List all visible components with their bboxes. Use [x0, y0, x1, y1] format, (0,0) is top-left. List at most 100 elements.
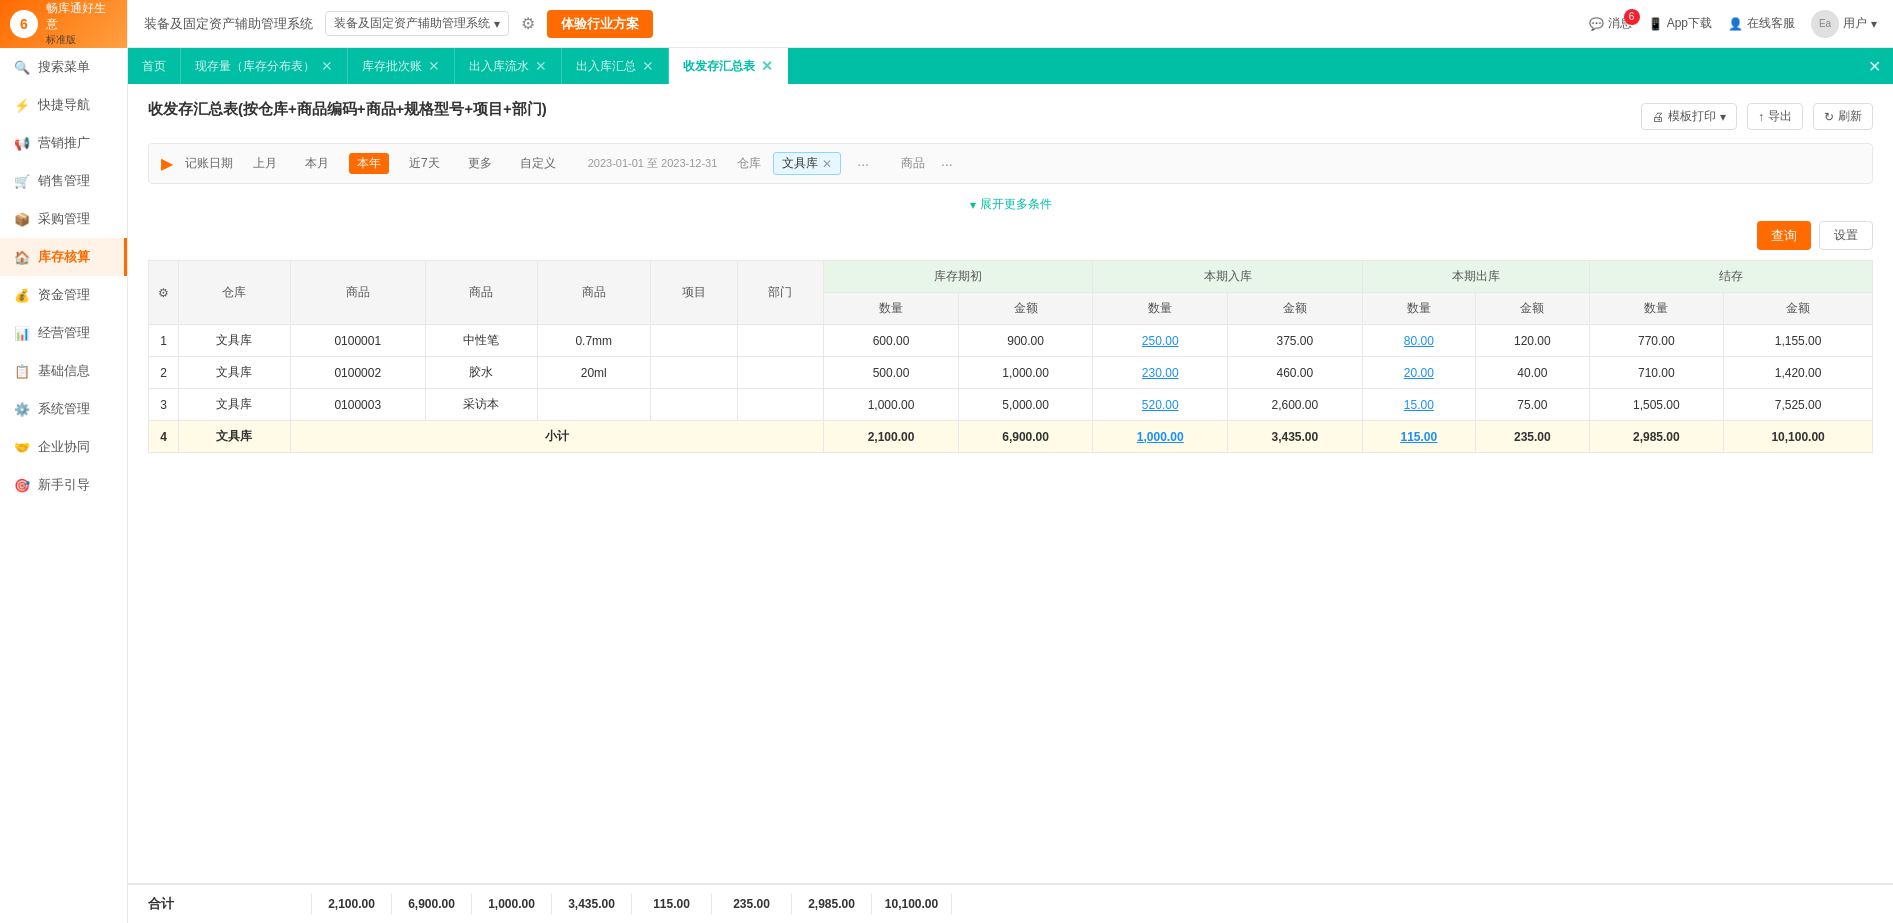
row-goods-code: 0100001 [290, 325, 425, 357]
sidebar-item-label: 系统管理 [38, 400, 90, 418]
total-out-qty: 115.00 [632, 893, 712, 915]
goods-filter-more[interactable]: ··· [941, 156, 953, 172]
enterprise-icon: 🤝 [14, 440, 30, 455]
sidebar-item-marketing[interactable]: 📢营销推广 [0, 124, 127, 162]
sidebar-item-label: 快捷导航 [38, 96, 90, 114]
date-btn-more[interactable]: 更多 [460, 153, 500, 174]
inventory-icon: 🏠 [14, 250, 30, 265]
tabbar-close-button[interactable]: ✕ [1856, 48, 1893, 84]
tab-batch[interactable]: 库存批次账 ✕ [348, 48, 455, 84]
subtotal-in-amt: 3,435.00 [1228, 421, 1363, 453]
filter-more-icon[interactable]: ··· [857, 156, 869, 172]
query-button[interactable]: 查询 [1757, 221, 1811, 250]
date-btn-this-month[interactable]: 本月 [297, 153, 337, 174]
row-goods-code: 0100002 [290, 357, 425, 389]
subtotal-open-qty: 2,100.00 [824, 421, 959, 453]
subtotal-out-amt: 235.00 [1476, 421, 1589, 453]
tab-close-in_out_flow[interactable]: ✕ [535, 58, 547, 74]
warehouse-tag-close[interactable]: ✕ [822, 157, 832, 171]
col-settings[interactable]: ⚙ [149, 261, 179, 325]
subtotal-out-qty[interactable]: 115.00 [1362, 421, 1475, 453]
messages-badge: 6 [1624, 9, 1640, 25]
tab-close-in_out_summary[interactable]: ✕ [642, 58, 654, 74]
tab-close-inventory_dist[interactable]: ✕ [321, 58, 333, 74]
tab-recv_send_summary[interactable]: 收发存汇总表✕ [669, 48, 788, 84]
row-num: 2 [149, 357, 179, 389]
out-amt-header: 金额 [1476, 293, 1589, 325]
app-download-button[interactable]: 📱 App下载 [1648, 15, 1712, 32]
system-select[interactable]: 装备及固定资产辅助管理系统 ▾ [325, 11, 509, 36]
date-btn-this-year[interactable]: 本年 [349, 153, 389, 174]
date-btn-last-month[interactable]: 上月 [245, 153, 285, 174]
sidebar-item-search[interactable]: 🔍搜索菜单 [0, 48, 127, 86]
message-icon: 💬 [1589, 17, 1604, 31]
col-closing-header: 结存 [1589, 261, 1872, 293]
sidebar-item-enterprise[interactable]: 🤝 企业协同 [0, 428, 127, 466]
row-in-qty[interactable]: 230.00 [1093, 357, 1228, 389]
row-close-amt: 1,420.00 [1724, 357, 1873, 389]
setting-button[interactable]: 设置 [1819, 221, 1873, 250]
messages-button[interactable]: 💬 消息 6 [1589, 15, 1632, 32]
sidebar-item-purchase[interactable]: 📦采购管理 [0, 200, 127, 238]
total-open-qty: 2,100.00 [312, 893, 392, 915]
tab-in_out_summary[interactable]: 出入库汇总✕ [562, 48, 669, 84]
filter-collapse-icon[interactable]: ▶ [161, 154, 173, 173]
sidebar-item-inventory[interactable]: 🏠库存核算 [0, 238, 127, 276]
date-range-display: 2023-01-01 至 2023-12-31 [588, 156, 718, 171]
subtotal-open-amt: 6,900.00 [958, 421, 1093, 453]
sidebar-item-label: 企业协同 [38, 438, 90, 456]
tab-close-batch[interactable]: ✕ [428, 58, 440, 74]
sidebar-item-sales[interactable]: 🛒 销售管理 [0, 162, 127, 200]
online-service-button[interactable]: 👤 在线客服 [1728, 15, 1795, 32]
topbar: 装备及固定资产辅助管理系统 装备及固定资产辅助管理系统 ▾ ⚙ 体验行业方案 💬… [128, 0, 1893, 48]
row-out-qty[interactable]: 20.00 [1362, 357, 1475, 389]
sidebar-logo[interactable]: 6 畅库通好生意 标准版 [0, 0, 127, 48]
warehouse-filter-tag[interactable]: 文具库 ✕ [773, 152, 841, 175]
col-opening-header: 库存期初 [824, 261, 1093, 293]
user-menu[interactable]: Ea 用户 ▾ [1811, 10, 1877, 38]
chevron-down-icon: ▾ [1720, 110, 1726, 124]
row-project [650, 357, 737, 389]
tab-close-recv_send_summary[interactable]: ✕ [761, 58, 773, 74]
sidebar-nav: 🔍搜索菜单⚡快捷导航📢营销推广 🛒 销售管理 📦采购管理🏠库存核算💰资金管理📊经营管理… [0, 48, 127, 504]
date-btn-7days[interactable]: 近7天 [401, 153, 448, 174]
row-out-qty[interactable]: 80.00 [1362, 325, 1475, 357]
export-button[interactable]: ↑ 导出 [1747, 103, 1803, 130]
tabs-container: 首页现存量（库存分布表）✕库存批次账✕出入库流水✕出入库汇总✕收发存汇总表✕ [128, 48, 788, 84]
sidebar-item-finance[interactable]: 💰资金管理 [0, 276, 127, 314]
row-warehouse: 文具库 [179, 357, 291, 389]
row-goods-name: 采访本 [425, 389, 537, 421]
trial-button[interactable]: 体验行业方案 [547, 10, 653, 38]
print-button[interactable]: 🖨 模板打印 ▾ [1641, 103, 1737, 130]
tab-inventory_dist[interactable]: 现存量（库存分布表）✕ [181, 48, 348, 84]
date-btn-custom[interactable]: 自定义 [512, 153, 564, 174]
subtotal-in-qty[interactable]: 1,000.00 [1093, 421, 1228, 453]
sidebar-item-base_info[interactable]: 📋基础信息 [0, 352, 127, 390]
row-project [650, 325, 737, 357]
col-goods-spec-header: 商品 [537, 261, 650, 325]
avatar: Ea [1811, 10, 1839, 38]
tab-home[interactable]: 首页 [128, 48, 181, 84]
sidebar-item-label: 经营管理 [38, 324, 90, 342]
row-in-qty[interactable]: 520.00 [1093, 389, 1228, 421]
row-in-qty[interactable]: 250.00 [1093, 325, 1228, 357]
sidebar-item-guide[interactable]: 🎯新手引导 [0, 466, 127, 504]
row-department [737, 389, 824, 421]
logo-sub: 标准版 [46, 33, 117, 47]
sales-icon: 🛒 [14, 174, 30, 189]
tab-in_out_flow[interactable]: 出入库流水✕ [455, 48, 562, 84]
total-in-amt: 3,435.00 [552, 893, 632, 915]
sidebar-item-quick_nav[interactable]: ⚡快捷导航 [0, 86, 127, 124]
sidebar-item-label: 采购管理 [38, 210, 90, 228]
refresh-button[interactable]: ↻ 刷新 [1813, 103, 1873, 130]
sidebar-item-system[interactable]: ⚙️系统管理 [0, 390, 127, 428]
row-out-qty[interactable]: 15.00 [1362, 389, 1475, 421]
gear-icon[interactable]: ⚙ [521, 14, 535, 33]
chevron-down-icon: ▾ [1871, 17, 1877, 31]
row-goods-code: 0100003 [290, 389, 425, 421]
expand-conditions-row[interactable]: ▾ 展开更多条件 [148, 192, 1873, 217]
row-goods-spec [537, 389, 650, 421]
sidebar-item-label: 销售管理 [38, 172, 90, 190]
sidebar-item-operations[interactable]: 📊经营管理 [0, 314, 127, 352]
tab-label-batch: 库存批次账 [362, 58, 422, 75]
